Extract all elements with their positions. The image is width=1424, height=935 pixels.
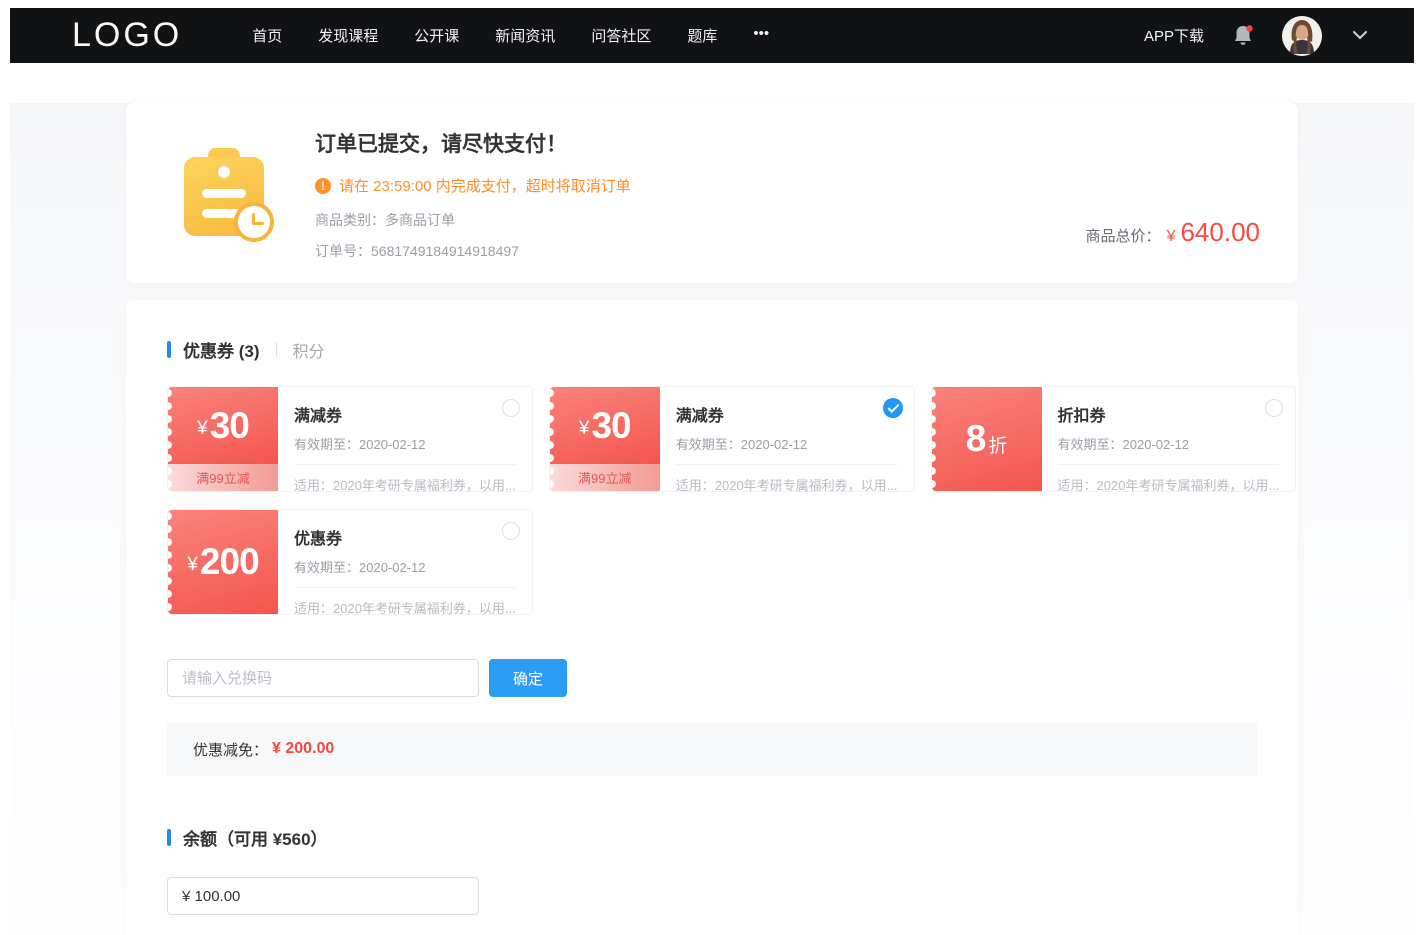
coupon-scope: 适用：2020年考研专属福利券，以用... <box>676 475 898 494</box>
coupon-currency: ¥ <box>187 554 198 576</box>
coupon-currency: ¥ <box>579 418 590 440</box>
total-price-label: 商品总价： <box>1086 225 1161 246</box>
warning-icon: ! <box>315 178 331 194</box>
coupon-grid: ¥ 30 满99立减 满减券 有效期至：2020-02-12 适用：2020年考… <box>167 386 1257 615</box>
coupon-amount: 8 <box>966 418 986 460</box>
coupon-card-200-voucher[interactable]: ¥ 200 优惠券 有效期至：2020-02-12 适用：2020年考研专属福利… <box>167 509 533 615</box>
nav-links: 首页 发现课程 公开课 新闻资讯 问答社区 题库 ••• <box>252 25 769 46</box>
nav-item-question-bank[interactable]: 题库 <box>687 25 717 46</box>
coupon-condition: 满99立减 <box>550 464 660 491</box>
redeem-code-input[interactable] <box>167 659 479 697</box>
coupon-validity: 有效期至：2020-02-12 <box>294 557 516 576</box>
order-category: 商品类别：多商品订单 <box>315 210 631 230</box>
nav-item-news[interactable]: 新闻资讯 <box>495 25 555 46</box>
coupon-condition: 满99立减 <box>168 464 278 491</box>
coupon-radio-unselected[interactable] <box>502 399 520 417</box>
coupon-card-80-percent-discount[interactable]: 8 折 折扣券 有效期至：2020-02-12 适用：2020年考研专属福利券，… <box>931 386 1297 492</box>
discount-value: ¥ 200.00 <box>272 740 334 758</box>
order-submitted-title: 订单已提交，请尽快支付！ <box>315 128 631 158</box>
coupon-radio-unselected[interactable] <box>502 522 520 540</box>
nav-item-home[interactable]: 首页 <box>252 25 282 46</box>
coupon-validity: 有效期至：2020-02-12 <box>676 434 898 453</box>
coupon-validity: 有效期至：2020-02-12 <box>1058 434 1280 453</box>
discount-label: 优惠减免： <box>193 739 268 760</box>
logo[interactable]: LOGO <box>72 16 182 55</box>
payment-options-card: 优惠券 (3) 积分 ¥ 30 满99立减 满减券 有效 <box>126 300 1298 935</box>
tab-points[interactable]: 积分 <box>293 338 325 362</box>
coupon-title: 折扣券 <box>1058 402 1280 426</box>
coupon-section-header: 优惠券 (3) 积分 <box>167 337 1257 362</box>
balance-title: 余额（可用 ¥560） <box>183 825 328 850</box>
top-navbar: LOGO 首页 发现课程 公开课 新闻资讯 问答社区 题库 ••• APP下载 <box>10 8 1414 63</box>
coupon-check-icon-selected[interactable] <box>883 398 903 418</box>
warning-text: 请在 23:59:00 内完成支付，超时将取消订单 <box>339 175 631 196</box>
coupon-card-30-full-reduction-selected[interactable]: ¥ 30 满99立减 满减券 有效期至：2020-02-12 适用：2020年考… <box>549 386 915 492</box>
order-clipboard-icon <box>184 148 270 240</box>
coupon-seal: ¥ 30 满99立减 <box>550 387 660 491</box>
nav-item-qa-community[interactable]: 问答社区 <box>591 25 651 46</box>
coupon-radio-unselected[interactable] <box>1265 399 1283 417</box>
redeem-code-row: 确定 <box>167 659 1257 697</box>
coupon-title: 满减券 <box>294 402 516 426</box>
nav-item-discover-courses[interactable]: 发现课程 <box>318 25 378 46</box>
payment-deadline-warning: ! 请在 23:59:00 内完成支付，超时将取消订单 <box>315 175 631 196</box>
app-download-link[interactable]: APP下载 <box>1144 25 1204 46</box>
confirm-button[interactable]: 确定 <box>489 659 567 697</box>
section-accent-bar <box>167 829 171 846</box>
balance-amount-input[interactable] <box>167 877 479 915</box>
coupon-amount: 200 <box>200 541 259 583</box>
order-number: 订单号：5681749184914918497 <box>315 241 631 261</box>
coupon-scope: 适用：2020年考研专属福利券，以用... <box>1058 475 1280 494</box>
nav-item-more-icon[interactable]: ••• <box>753 25 769 46</box>
coupon-seal: ¥ 200 <box>168 510 278 614</box>
clock-icon <box>234 202 274 242</box>
coupon-amount: 30 <box>210 405 249 447</box>
balance-section-header: 余额（可用 ¥560） <box>167 825 1257 850</box>
coupon-title: 优惠券 <box>294 525 516 549</box>
coupon-amount: 30 <box>591 405 630 447</box>
coupon-validity: 有效期至：2020-02-12 <box>294 434 516 453</box>
discount-summary-strip: 优惠减免： ¥ 200.00 <box>167 722 1257 776</box>
coupon-scope: 适用：2020年考研专属福利券，以用... <box>294 598 516 617</box>
tab-divider <box>276 342 277 357</box>
coupon-title: 满减券 <box>676 402 898 426</box>
coupon-amount-unit: 折 <box>988 431 1007 458</box>
page-background: 订单已提交，请尽快支付！ ! 请在 23:59:00 内完成支付，超时将取消订单… <box>10 103 1414 935</box>
coupon-seal: ¥ 30 满99立减 <box>168 387 278 491</box>
order-summary-card: 订单已提交，请尽快支付！ ! 请在 23:59:00 内完成支付，超时将取消订单… <box>126 103 1298 283</box>
tab-coupons[interactable]: 优惠券 (3) <box>183 337 260 362</box>
chevron-down-icon[interactable] <box>1352 27 1368 45</box>
total-price-value: 640.00 <box>1180 217 1260 248</box>
coupon-card-30-full-reduction[interactable]: ¥ 30 满99立减 满减券 有效期至：2020-02-12 适用：2020年考… <box>167 386 533 492</box>
currency-symbol: ¥ <box>1167 228 1176 246</box>
nav-item-open-courses[interactable]: 公开课 <box>414 25 459 46</box>
section-accent-bar <box>167 341 171 358</box>
user-avatar[interactable] <box>1282 16 1322 56</box>
notification-bell-icon[interactable] <box>1232 24 1254 48</box>
order-total-price: 商品总价： ¥ 640.00 <box>1086 217 1260 248</box>
nav-right-cluster: APP下载 <box>1144 16 1368 56</box>
coupon-scope: 适用：2020年考研专属福利券，以用... <box>294 475 516 494</box>
coupon-currency: ¥ <box>197 418 208 440</box>
coupon-seal: 8 折 <box>932 387 1042 491</box>
